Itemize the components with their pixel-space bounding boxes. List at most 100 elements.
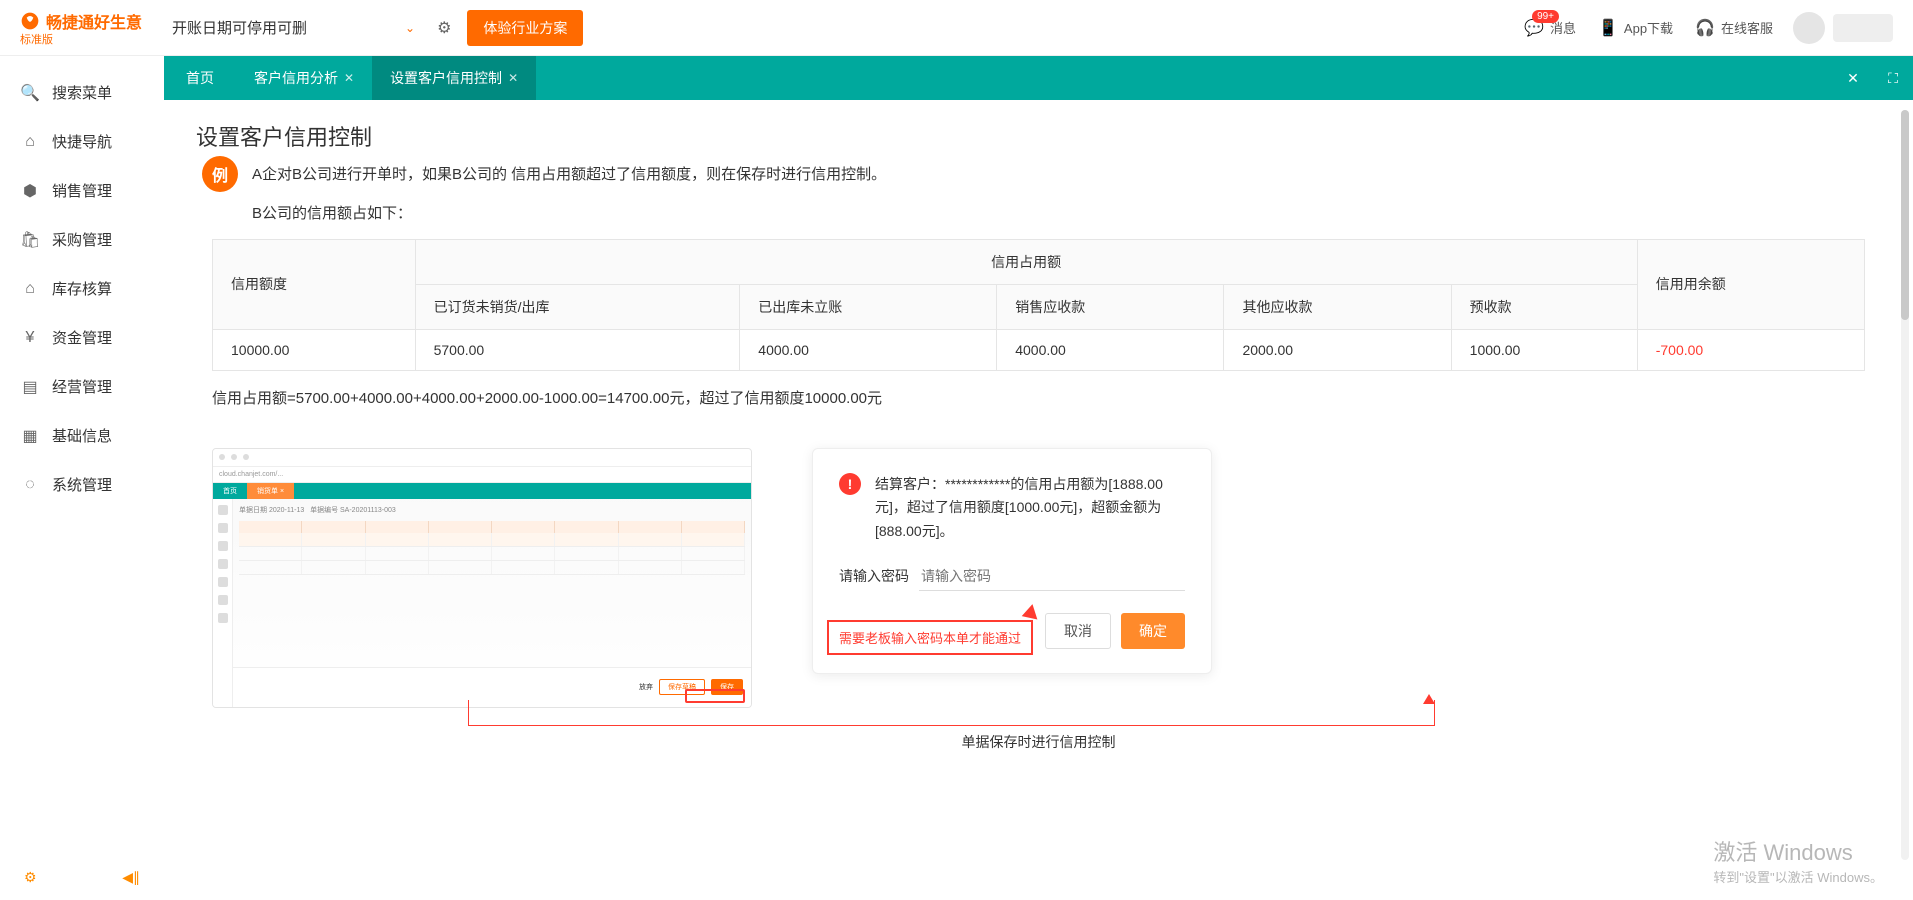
td-c4: 2000.00: [1224, 329, 1451, 370]
tab-home[interactable]: 首页: [164, 56, 236, 100]
th-col4: 其他应收款: [1224, 284, 1451, 329]
calculation-text: 信用占用额=5700.00+4000.00+4000.00+2000.00-10…: [212, 387, 1865, 408]
tab-label: 首页: [186, 68, 214, 88]
user-name-placeholder[interactable]: [1833, 14, 1893, 42]
finance-icon: ¥: [20, 329, 40, 347]
account-selector-label: 开账日期可停用可删: [172, 17, 307, 38]
close-icon[interactable]: ✕: [344, 71, 354, 85]
nav-label: 库存核算: [52, 278, 112, 299]
nav-sales[interactable]: ⬢ 销售管理: [0, 166, 164, 215]
table-row: 10000.00 5700.00 4000.00 4000.00 2000.00…: [213, 329, 1865, 370]
inventory-icon: ⌂: [20, 280, 40, 298]
connector-label: 单据保存时进行信用控制: [212, 726, 1865, 752]
industry-plan-button[interactable]: 体验行业方案: [467, 10, 583, 46]
gear-icon[interactable]: ⚙: [437, 18, 451, 38]
nav-label: 经营管理: [52, 376, 112, 397]
messages-badge: 99+: [1532, 10, 1559, 23]
avatar[interactable]: [1793, 12, 1825, 44]
cancel-button[interactable]: 取消: [1045, 613, 1111, 649]
chevron-down-icon: ⌄: [405, 21, 415, 35]
brand-edition: 标准版: [20, 31, 53, 47]
close-icon[interactable]: ✕: [508, 71, 518, 85]
password-input[interactable]: [919, 562, 1185, 591]
password-label: 请输入密码: [839, 566, 909, 586]
td-c3: 4000.00: [997, 329, 1224, 370]
nav-operation[interactable]: ▤ 经营管理: [0, 362, 164, 411]
example-text-2: B公司的信用额占如下：: [212, 202, 1865, 223]
tab-bar: 首页 客户信用分析✕ 设置客户信用控制 ✕ ✕ ⛶: [164, 56, 1913, 100]
nav-label: 资金管理: [52, 327, 112, 348]
example-badge: 例: [202, 156, 238, 192]
footer-gear-icon[interactable]: ⚙: [24, 869, 37, 886]
account-selector[interactable]: 开账日期可停用可删 ⌄: [160, 17, 427, 38]
th-credit-limit: 信用额度: [213, 239, 416, 329]
main: 首页 客户信用分析✕ 设置客户信用控制✕ ✕ ⛶ 设置客户信用控制 例 A企对B…: [164, 56, 1913, 900]
th-balance: 信用用余额: [1637, 239, 1864, 329]
top-header: 畅捷通好生意 标准版 开账日期可停用可删 ⌄ ⚙ 体验行业方案 💬 消息 99+…: [0, 0, 1913, 56]
confirm-button[interactable]: 确定: [1121, 613, 1185, 649]
mobile-icon: 📱: [1598, 18, 1618, 38]
th-col1: 已订货未销货/出库: [415, 284, 740, 329]
credit-warning-dialog: ! 结算客户：************的信用占用额为[1888.00元]，超过了…: [812, 448, 1212, 674]
credit-table: 信用额度 信用占用额 信用用余额 已订货未销货/出库 已出库未立账 销售应收款 …: [212, 239, 1865, 371]
tab-bar-right: ✕ ⛶: [1833, 56, 1913, 100]
nav-baseinfo[interactable]: ▦ 基础信息: [0, 411, 164, 460]
operation-icon: ▤: [20, 377, 40, 397]
scrollbar[interactable]: [1901, 110, 1909, 860]
td-c2: 4000.00: [740, 329, 997, 370]
sales-icon: ⬢: [20, 181, 40, 201]
nav-purchase[interactable]: 🛍 采购管理: [0, 215, 164, 264]
tab-fullscreen-icon[interactable]: ⛶: [1873, 56, 1913, 100]
brand-name: 畅捷通好生意: [46, 9, 142, 33]
online-service-button[interactable]: 🎧 在线客服: [1695, 18, 1773, 38]
nav-finance[interactable]: ¥ 资金管理: [0, 313, 164, 362]
nav-quick[interactable]: ⌂ 快捷导航: [0, 117, 164, 166]
page-title: 设置客户信用控制: [164, 100, 1913, 162]
left-nav-footer: ⚙ ◀∥: [0, 855, 164, 900]
tab-credit-control-settings[interactable]: 设置客户信用控制 ✕: [372, 56, 536, 100]
warning-icon: !: [839, 473, 861, 495]
left-nav: 🔍 搜索菜单 ⌂ 快捷导航 ⬢ 销售管理 🛍 采购管理 ⌂ 库存核算 ¥ 资金管理 ▤ 经营管…: [0, 56, 164, 900]
warning-text: 结算客户：************的信用占用额为[1888.00元]，超过了信用…: [875, 473, 1185, 544]
th-col2: 已出库未立账: [740, 284, 997, 329]
tab-label: 设置客户信用控制: [390, 68, 502, 88]
app-download-label: App下载: [1624, 18, 1673, 37]
nav-inventory[interactable]: ⌂ 库存核算: [0, 264, 164, 313]
nav-system[interactable]: ◌ 系统管理: [0, 460, 164, 509]
nav-label: 快捷导航: [52, 131, 112, 152]
content-inner: 例 A企对B公司进行开单时，如果B公司的 信用占用额超过了信用额度，则在保存时进…: [164, 162, 1913, 782]
connector: 单据保存时进行信用控制: [212, 726, 1865, 752]
th-occupy: 信用占用额: [415, 239, 1637, 284]
th-col5: 预收款: [1451, 284, 1637, 329]
brand-area: 畅捷通好生意 标准版: [20, 9, 160, 47]
purchase-icon: 🛍: [20, 230, 40, 250]
app-download-button[interactable]: 📱 App下载: [1598, 18, 1673, 38]
nav-label: 销售管理: [52, 180, 112, 201]
td-limit: 10000.00: [213, 329, 416, 370]
brand-logo-icon: [20, 11, 40, 31]
tab-close-all-icon[interactable]: ✕: [1833, 56, 1873, 100]
screenshot-mock: cloud.chanjet.com/... 首页 销货单 × 单据日期 2020…: [212, 448, 752, 708]
nav-search[interactable]: 🔍 搜索菜单: [0, 68, 164, 117]
home-icon: ⌂: [20, 133, 40, 151]
tab-credit-analysis[interactable]: 客户信用分析✕: [236, 56, 372, 100]
example-text-1: A企对B公司进行开单时，如果B公司的 信用占用额超过了信用额度，则在保存时进行信…: [212, 162, 1865, 188]
nav-label: 采购管理: [52, 229, 112, 250]
search-icon: 🔍: [20, 83, 40, 103]
online-service-label: 在线客服: [1721, 18, 1773, 37]
red-callout: 需要老板输入密码本单才能通过: [827, 620, 1033, 655]
td-balance: -700.00: [1637, 329, 1864, 370]
baseinfo-icon: ▦: [20, 426, 40, 446]
content-scroll[interactable]: 设置客户信用控制 例 A企对B公司进行开单时，如果B公司的 信用占用额超过了信用…: [164, 100, 1913, 900]
system-icon: ◌: [20, 476, 40, 494]
scrollbar-thumb[interactable]: [1901, 110, 1909, 320]
td-c5: 1000.00: [1451, 329, 1637, 370]
td-c1: 5700.00: [415, 329, 740, 370]
nav-label: 搜索菜单: [52, 82, 112, 103]
messages-button[interactable]: 💬 消息 99+: [1524, 18, 1576, 38]
illustration-row: cloud.chanjet.com/... 首页 销货单 × 单据日期 2020…: [212, 448, 1865, 708]
nav-label: 基础信息: [52, 425, 112, 446]
footer-collapse-icon[interactable]: ◀∥: [122, 869, 140, 886]
nav-label: 系统管理: [52, 474, 112, 495]
th-col3: 销售应收款: [997, 284, 1224, 329]
